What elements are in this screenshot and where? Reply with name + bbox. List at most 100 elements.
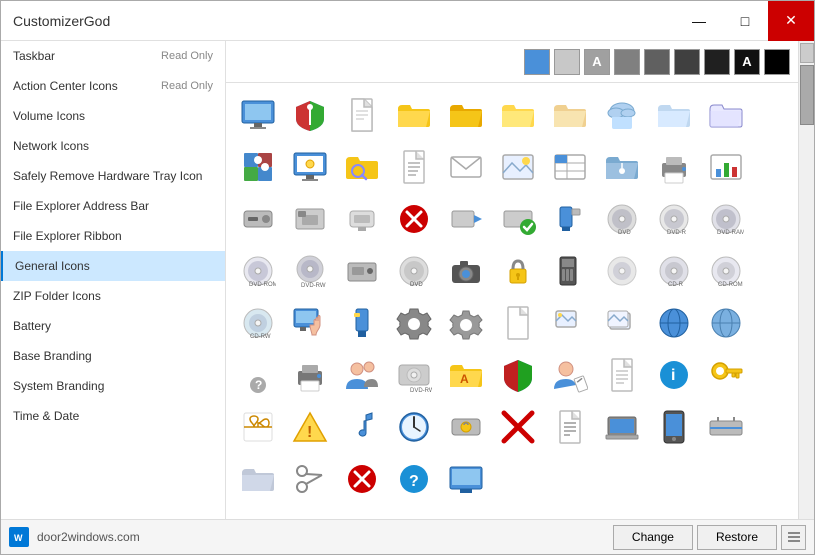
change-button[interactable]: Change (613, 525, 693, 550)
icon-printer[interactable] (650, 143, 698, 191)
sidebar-item-battery[interactable]: Battery (1, 311, 225, 341)
icon-clock-blue[interactable] (390, 403, 438, 451)
maximize-button[interactable]: □ (722, 1, 768, 41)
sidebar-item-safely-remove[interactable]: Safely Remove Hardware Tray Icon (1, 161, 225, 191)
sidebar-item-action-center-icons[interactable]: Action Center Icons Read Only (1, 71, 225, 101)
icon-settings-screen[interactable] (286, 143, 334, 191)
icon-floppy-drive[interactable] (286, 195, 334, 243)
close-button[interactable]: ✕ (768, 1, 814, 41)
icon-dvd-r[interactable]: DVD-R (650, 195, 698, 243)
icon-big-x-red[interactable] (494, 403, 542, 451)
sidebar-item-general-icons[interactable]: General Icons (1, 251, 225, 281)
icon-printer-2[interactable] (286, 351, 334, 399)
sidebar-item-taskbar[interactable]: Taskbar Read Only (1, 41, 225, 71)
icon-folder-pale[interactable] (546, 91, 594, 139)
icon-user-edit[interactable] (546, 351, 594, 399)
icon-jigsaw[interactable] (234, 403, 282, 451)
menu-icon-button[interactable] (781, 525, 806, 550)
swatch-black[interactable] (764, 49, 790, 75)
icon-shield-colors[interactable] (494, 351, 542, 399)
icon-dvd-ram[interactable]: DVD-RAM (702, 195, 750, 243)
swatch-a-black[interactable]: A (734, 49, 760, 75)
swatch-mid-gray[interactable] (614, 49, 640, 75)
icon-tablet[interactable] (650, 403, 698, 451)
icon-globe-2[interactable] (702, 299, 750, 347)
scrollbar[interactable] (798, 41, 814, 519)
swatch-a-gray[interactable]: A (584, 49, 610, 75)
icon-monitor-hand[interactable] (286, 299, 334, 347)
icon-music-note[interactable] (338, 403, 386, 451)
icon-folder-transparent[interactable] (702, 91, 750, 139)
minimize-button[interactable]: — (676, 1, 722, 41)
icon-document-list[interactable] (546, 403, 594, 451)
icon-gear-2[interactable] (442, 299, 490, 347)
sidebar-item-zip-folder-icons[interactable]: ZIP Folder Icons (1, 281, 225, 311)
icon-cd-rw[interactable]: CD-RW (234, 299, 282, 347)
icon-cd-drive-letter[interactable]: DVD-RW (390, 351, 438, 399)
icon-folder-yellow[interactable] (494, 91, 542, 139)
icon-usb-drive[interactable] (546, 195, 594, 243)
icon-drive-cart[interactable] (338, 247, 386, 295)
icon-puzzle[interactable] (234, 143, 282, 191)
icon-cd-r[interactable]: CD-R (650, 247, 698, 295)
icon-question-mark[interactable]: ? (234, 351, 282, 399)
icon-globe-photo[interactable] (650, 299, 698, 347)
sidebar-item-network-icons[interactable]: Network Icons (1, 131, 225, 161)
sidebar-item-base-branding[interactable]: Base Branding (1, 341, 225, 371)
sidebar-item-file-explorer-address[interactable]: File Explorer Address Bar (1, 191, 225, 221)
icon-hard-drive[interactable] (234, 195, 282, 243)
icon-camera[interactable] (442, 247, 490, 295)
swatch-light-gray[interactable] (554, 49, 580, 75)
icon-removable-drive[interactable] (338, 195, 386, 243)
icon-dvd-rw[interactable]: DVD-RW (286, 247, 334, 295)
icon-dvd-disc[interactable]: DVD (390, 247, 438, 295)
icon-photo-frame[interactable] (546, 299, 594, 347)
icon-secure-drive[interactable] (442, 403, 490, 451)
icon-envelope[interactable] (442, 143, 490, 191)
icon-folder-plain[interactable] (234, 455, 282, 503)
icon-error-circle[interactable] (338, 455, 386, 503)
icon-cd-plain[interactable] (598, 247, 646, 295)
sidebar-item-time-date[interactable]: Time & Date (1, 401, 225, 431)
icon-memory-card[interactable] (546, 247, 594, 295)
restore-button[interactable]: Restore (697, 525, 777, 550)
swatch-blue[interactable] (524, 49, 550, 75)
icon-x-mark-red[interactable] (390, 195, 438, 243)
icon-photo-collection[interactable] (598, 299, 646, 347)
icon-warning-triangle[interactable]: ! (286, 403, 334, 451)
icon-screen-blue[interactable] (442, 455, 490, 503)
icon-cd-generic[interactable]: DVD (598, 195, 646, 243)
icon-bar-chart[interactable] (702, 143, 750, 191)
icon-drive-green[interactable] (494, 195, 542, 243)
sidebar-item-system-branding[interactable]: System Branding (1, 371, 225, 401)
icon-text-document[interactable] (390, 143, 438, 191)
icon-monitors[interactable] (234, 91, 282, 139)
swatch-very-dark[interactable] (704, 49, 730, 75)
icon-landscape-photo[interactable] (494, 143, 542, 191)
icon-folder-light-blue[interactable] (650, 91, 698, 139)
icon-info-circle[interactable]: i (650, 351, 698, 399)
icon-folder-network[interactable] (598, 143, 646, 191)
icon-magnify-folder[interactable] (338, 143, 386, 191)
icon-dvd-rom[interactable]: DVD-ROM (234, 247, 282, 295)
icon-document-lines[interactable] (598, 351, 646, 399)
icon-data-grid[interactable] (546, 143, 594, 191)
icon-folder-a[interactable]: A (442, 351, 490, 399)
swatch-darker-gray[interactable] (674, 49, 700, 75)
icon-document[interactable] (338, 91, 386, 139)
icon-usb-device[interactable] (338, 299, 386, 347)
icon-cloud-folder[interactable] (598, 91, 646, 139)
icon-cd-rom[interactable]: CD-ROM (702, 247, 750, 295)
icon-user-group[interactable] (338, 351, 386, 399)
icon-drive-arrow[interactable] (442, 195, 490, 243)
icon-document-blank[interactable] (494, 299, 542, 347)
icon-folder-open-gold[interactable] (390, 91, 438, 139)
icon-key[interactable] (702, 351, 750, 399)
icon-shield-colorful[interactable] (286, 91, 334, 139)
icon-padlock[interactable] (494, 247, 542, 295)
sidebar-item-file-explorer-ribbon[interactable]: File Explorer Ribbon (1, 221, 225, 251)
icon-help-circle[interactable]: ? (390, 455, 438, 503)
icon-scanner[interactable] (702, 403, 750, 451)
icon-gear-settings[interactable] (390, 299, 438, 347)
icon-folder-gold-2[interactable] (442, 91, 490, 139)
